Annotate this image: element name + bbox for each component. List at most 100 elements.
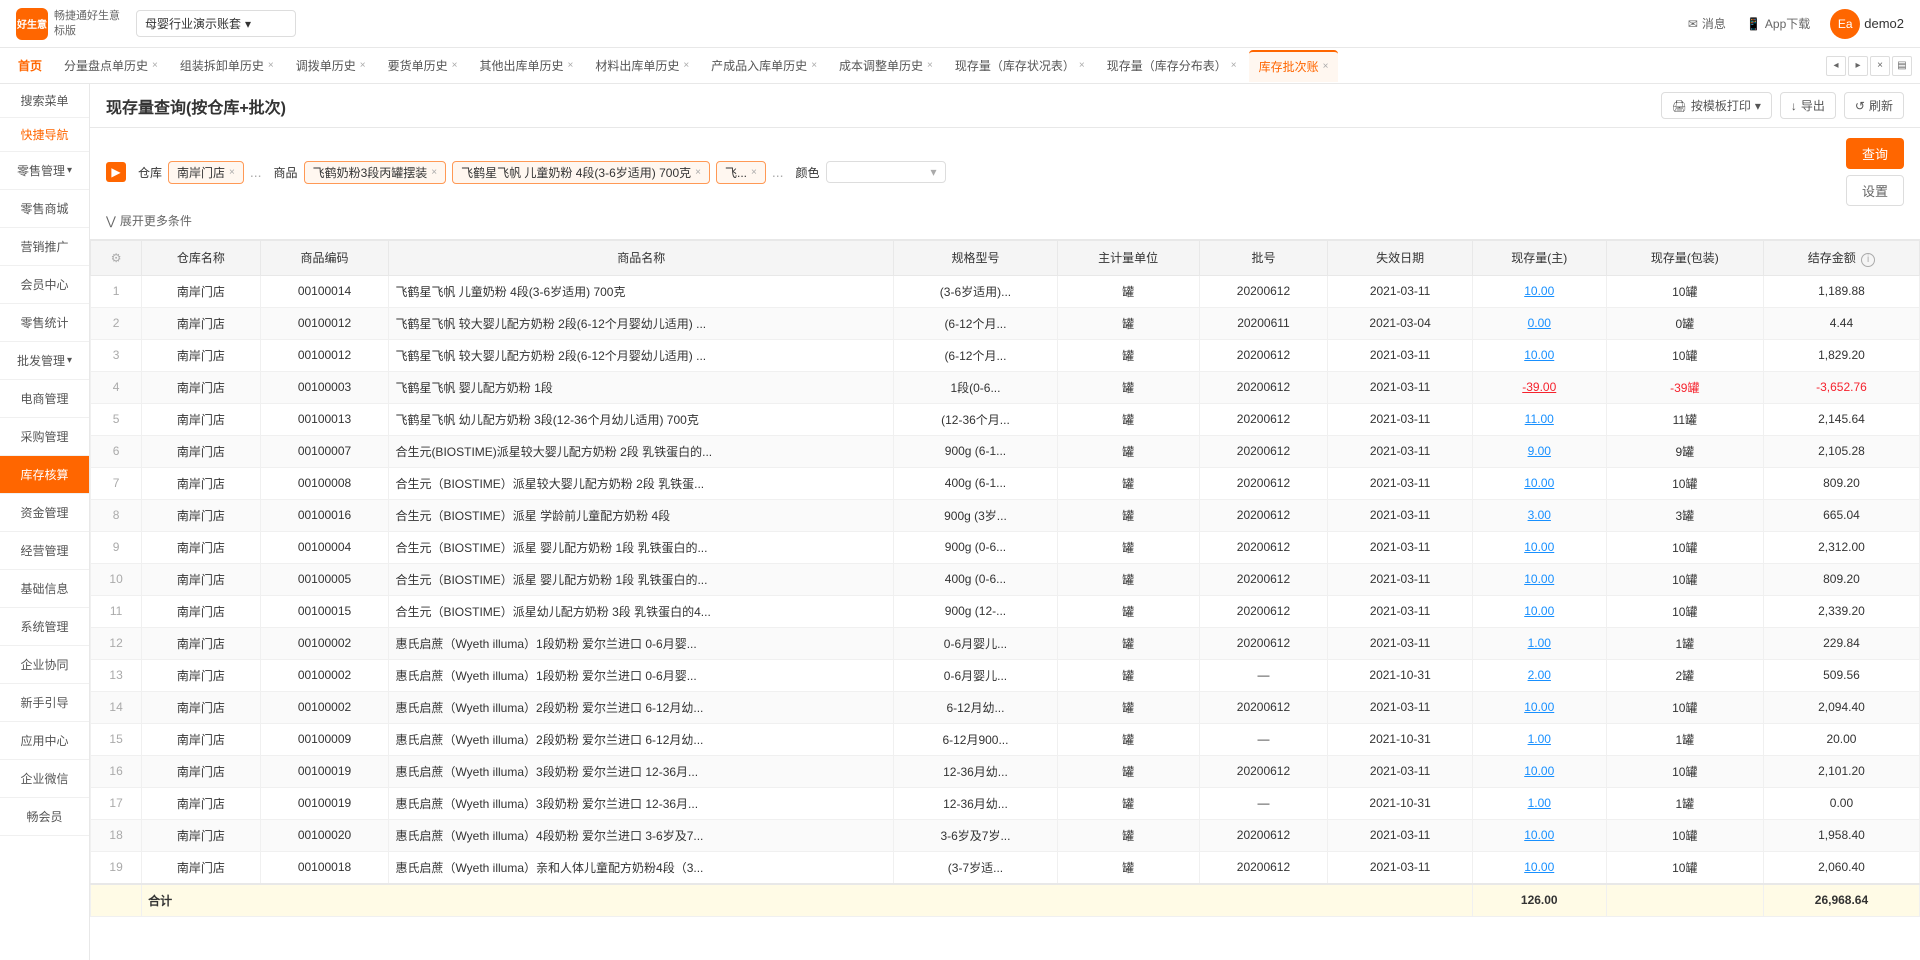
close-tab-7[interactable]: × <box>811 60 817 71</box>
tab-6[interactable]: 材料出库单历史 × <box>585 50 699 82</box>
close-tab-6[interactable]: × <box>683 60 689 71</box>
row-qty-main[interactable]: 11.00 <box>1472 403 1606 435</box>
close-tab-2[interactable]: × <box>268 60 274 71</box>
goods-tag-3[interactable]: 飞... × <box>716 161 766 184</box>
tab-home[interactable]: 首页 <box>8 50 52 82</box>
tab-2[interactable]: 组装拆卸单历史 × <box>170 50 284 82</box>
refresh-btn[interactable]: ↺ 刷新 <box>1844 92 1904 119</box>
close-tab-3[interactable]: × <box>360 60 366 71</box>
account-selector[interactable]: 母婴行业演示账套 ▾ <box>136 10 296 37</box>
sidebar-search[interactable]: 搜索菜单 <box>0 84 89 118</box>
close-tab-8[interactable]: × <box>927 60 933 71</box>
color-select[interactable]: ▾ <box>826 161 946 183</box>
sidebar-item-retail-shop[interactable]: 零售商城 <box>0 190 89 228</box>
sidebar-item-ecommerce[interactable]: 电商管理 <box>0 380 89 418</box>
close-tab-1[interactable]: × <box>152 60 158 71</box>
row-qty-main[interactable]: 10.00 <box>1472 275 1606 307</box>
warehouse-tag[interactable]: 南岸门店 × <box>168 161 244 184</box>
goods-tag-1[interactable]: 飞鹤奶粉3段丙罐摆装 × <box>304 161 447 184</box>
row-name: 惠氏启蔗（Wyeth illuma）4段奶粉 爱尔兰进口 3-6岁及7... <box>389 819 894 851</box>
row-qty-main[interactable]: 10.00 <box>1472 691 1606 723</box>
expand-conditions-btn[interactable]: ⋁ 展开更多条件 <box>106 212 1904 229</box>
sidebar-item-retail-stats[interactable]: 零售统计 <box>0 304 89 342</box>
row-qty-main[interactable]: 2.00 <box>1472 659 1606 691</box>
tab-menu-btn[interactable]: ▤ <box>1892 56 1912 76</box>
goods-more[interactable]: ... <box>772 164 784 180</box>
col-settings[interactable]: ⚙ <box>91 241 142 276</box>
goods-tag-1-close[interactable]: × <box>431 167 437 178</box>
table-row: 5南岸门店00100013飞鹤星飞帆 幼儿配方奶粉 3段(12-36个月幼儿适用… <box>91 403 1920 435</box>
warehouse-more[interactable]: ... <box>250 164 262 180</box>
close-tab-11[interactable]: × <box>1323 61 1329 72</box>
export-btn[interactable]: ↓ 导出 <box>1780 92 1836 119</box>
sidebar-item-operations[interactable]: 经营管理 <box>0 532 89 570</box>
sidebar-item-purchase[interactable]: 采购管理 <box>0 418 89 456</box>
row-qty-main[interactable]: 0.00 <box>1472 307 1606 339</box>
inventory-table: ⚙ 仓库名称 商品编码 商品名称 规格型号 主计量单位 批号 失效日期 现存量(… <box>90 240 1920 917</box>
sidebar-item-system[interactable]: 系统管理 <box>0 608 89 646</box>
row-qty-main[interactable]: 9.00 <box>1472 435 1606 467</box>
row-batch: 20200612 <box>1199 403 1328 435</box>
sidebar-item-member-center[interactable]: 会员中心 <box>0 266 89 304</box>
sidebar-item-enterprise-wechat[interactable]: 企业微信 <box>0 760 89 798</box>
tab-prev-btn[interactable]: ◂ <box>1826 56 1846 76</box>
close-tab-5[interactable]: × <box>567 60 573 71</box>
goods-tag-2-close[interactable]: × <box>695 167 701 178</box>
table-row: 11南岸门店00100015合生元（BIOSTIME）派星幼儿配方奶粉 3段 乳… <box>91 595 1920 627</box>
row-qty-main[interactable]: 1.00 <box>1472 723 1606 755</box>
row-qty-main[interactable]: 10.00 <box>1472 531 1606 563</box>
tab-4[interactable]: 要货单历史 × <box>378 50 468 82</box>
tab-1[interactable]: 分量盘点单历史 × <box>54 50 168 82</box>
row-expire: 2021-10-31 <box>1328 659 1472 691</box>
warehouse-tag-close[interactable]: × <box>229 167 235 178</box>
set-btn[interactable]: 设置 <box>1846 175 1904 206</box>
close-tab-4[interactable]: × <box>452 60 458 71</box>
row-qty-main[interactable]: 10.00 <box>1472 467 1606 499</box>
sidebar-item-retail-mgmt[interactable]: 零售管理 ▾ <box>0 152 89 190</box>
row-qty-main[interactable]: 10.00 <box>1472 819 1606 851</box>
message-btn[interactable]: ✉ 消息 <box>1688 15 1726 32</box>
row-qty-main[interactable]: 10.00 <box>1472 595 1606 627</box>
tab-9[interactable]: 现存量（库存状况表） × <box>945 50 1095 82</box>
user-profile[interactable]: Ea demo2 <box>1830 9 1904 39</box>
row-qty-main[interactable]: 1.00 <box>1472 627 1606 659</box>
tab-11[interactable]: 库存批次账 × <box>1249 50 1339 82</box>
tab-next-btn[interactable]: ▸ <box>1848 56 1868 76</box>
goods-tag-3-close[interactable]: × <box>751 167 757 178</box>
tab-7[interactable]: 产成品入库单历史 × <box>701 50 827 82</box>
query-btn[interactable]: 查询 <box>1846 138 1904 169</box>
sidebar-item-marketing[interactable]: 营销推广 <box>0 228 89 266</box>
expand-btn[interactable]: ▶ <box>106 162 126 182</box>
row-qty-main[interactable]: 3.00 <box>1472 499 1606 531</box>
row-spec: 3-6岁及7岁... <box>894 819 1058 851</box>
row-qty-main[interactable]: 10.00 <box>1472 563 1606 595</box>
sidebar-item-enterprise[interactable]: 企业协同 <box>0 646 89 684</box>
tab-3[interactable]: 调拨单历史 × <box>286 50 376 82</box>
goods-tag-2[interactable]: 飞鹤星飞帆 儿童奶粉 4段(3-6岁适用) 700克 × <box>452 161 710 184</box>
sidebar-item-finance[interactable]: 资金管理 <box>0 494 89 532</box>
row-qty-main[interactable]: -39.00 <box>1472 371 1606 403</box>
sidebar-quick-nav[interactable]: 快捷导航 <box>0 118 89 152</box>
tab-10[interactable]: 现存量（库存分布表） × <box>1097 50 1247 82</box>
close-tab-10[interactable]: × <box>1231 60 1237 71</box>
row-unit: 罐 <box>1057 659 1199 691</box>
tab-8[interactable]: 成本调整单历史 × <box>829 50 943 82</box>
sidebar-item-inventory[interactable]: 库存核算 <box>0 456 89 494</box>
sidebar-item-basics[interactable]: 基础信息 <box>0 570 89 608</box>
sidebar-item-wholesale[interactable]: 批发管理 ▾ <box>0 342 89 380</box>
row-qty-main[interactable]: 1.00 <box>1472 787 1606 819</box>
print-btn[interactable]: 🖨 按模板打印 ▾ <box>1661 92 1772 119</box>
tab-5[interactable]: 其他出库单历史 × <box>469 50 583 82</box>
sidebar-item-app-center[interactable]: 应用中心 <box>0 722 89 760</box>
sidebar-item-guide[interactable]: 新手引导 <box>0 684 89 722</box>
row-qty-main[interactable]: 10.00 <box>1472 851 1606 884</box>
export-icon: ↓ <box>1791 99 1797 113</box>
row-unit: 罐 <box>1057 339 1199 371</box>
amount-info-icon[interactable]: i <box>1861 253 1875 267</box>
row-qty-main[interactable]: 10.00 <box>1472 339 1606 371</box>
tab-close-btn[interactable]: × <box>1870 56 1890 76</box>
app-download-btn[interactable]: 📱 App下载 <box>1746 15 1810 32</box>
close-tab-9[interactable]: × <box>1079 60 1085 71</box>
row-qty-main[interactable]: 10.00 <box>1472 755 1606 787</box>
sidebar-item-member-vip[interactable]: 畅会员 <box>0 798 89 836</box>
